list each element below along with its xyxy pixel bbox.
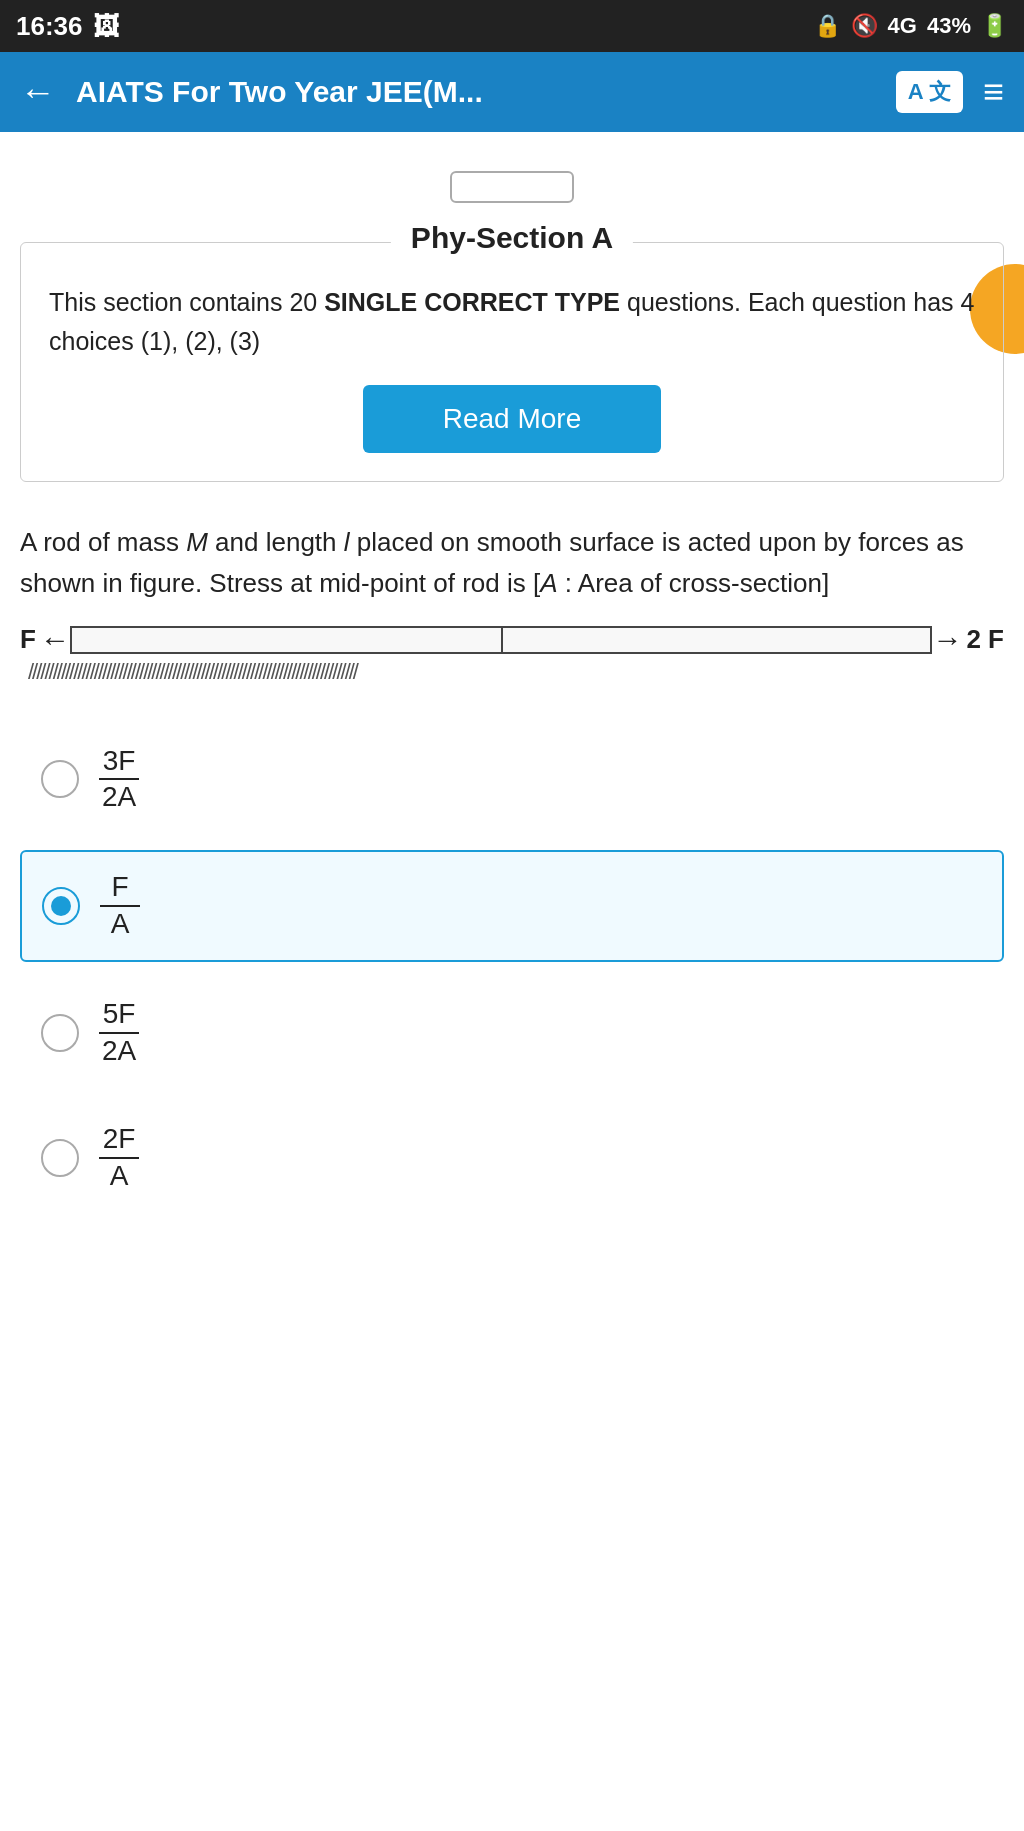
- option-1[interactable]: 3F 2A: [20, 725, 1004, 835]
- lock-icon: 🔒: [814, 13, 841, 39]
- options-area: 3F 2A F A 5F 2A: [0, 705, 1024, 1249]
- question-area: A rod of mass M and length l placed on s…: [0, 502, 1024, 705]
- radio-3[interactable]: [41, 1014, 79, 1052]
- fraction-1-num: 3F: [99, 746, 139, 781]
- fraction-3-den: 2A: [99, 1034, 139, 1067]
- radio-2-inner: [51, 896, 71, 916]
- radio-2[interactable]: [42, 887, 80, 925]
- fraction-3-num: 5F: [99, 999, 139, 1034]
- translate-button[interactable]: A 文: [896, 71, 963, 113]
- status-photo-icon: 🖼: [93, 11, 119, 42]
- section-description: This section contains 20 SINGLE CORRECT …: [49, 283, 975, 361]
- rod-diagram: F ← → 2 F //////////////////////////////…: [20, 623, 1004, 685]
- fraction-2-den: A: [100, 907, 140, 940]
- fraction-4: 2F A: [99, 1124, 139, 1192]
- back-button[interactable]: ←: [20, 71, 56, 113]
- status-bar: 16:36 🖼 🔒 🔇 4G 43% 🔋: [0, 0, 1024, 52]
- option-2[interactable]: F A: [20, 850, 1004, 962]
- top-button[interactable]: [450, 171, 574, 203]
- radio-4[interactable]: [41, 1139, 79, 1177]
- status-time: 16:36: [16, 11, 83, 42]
- option-1-content: 3F 2A: [99, 746, 139, 814]
- mute-icon: 🔇: [851, 13, 878, 39]
- fraction-3: 5F 2A: [99, 999, 139, 1067]
- arrow-right-icon: →: [932, 623, 962, 657]
- signal-label: 4G: [888, 13, 917, 39]
- option-3-content: 5F 2A: [99, 999, 139, 1067]
- fraction-4-num: 2F: [99, 1124, 139, 1159]
- force-left-label: F: [20, 624, 36, 655]
- fraction-2: F A: [100, 872, 140, 940]
- section-title: Phy-Section A: [411, 221, 613, 254]
- option-3[interactable]: 5F 2A: [20, 978, 1004, 1088]
- option-2-content: F A: [100, 872, 140, 940]
- status-left: 16:36 🖼: [16, 11, 119, 42]
- fraction-1-den: 2A: [99, 780, 139, 813]
- fraction-1: 3F 2A: [99, 746, 139, 814]
- option-4[interactable]: 2F A: [20, 1103, 1004, 1213]
- menu-button[interactable]: ≡: [983, 71, 1004, 113]
- rod-body: [70, 626, 933, 654]
- toolbar: ← AIATS For Two Year JEE(M... A 文 ≡: [0, 52, 1024, 132]
- option-4-content: 2F A: [99, 1124, 139, 1192]
- rod-hatch: ////////////////////////////////////////…: [20, 659, 1004, 685]
- read-more-button[interactable]: Read More: [363, 385, 662, 453]
- fraction-4-den: A: [99, 1159, 139, 1192]
- status-right: 🔒 🔇 4G 43% 🔋: [814, 13, 1008, 39]
- toolbar-title: AIATS For Two Year JEE(M...: [76, 75, 876, 109]
- force-right-label: 2 F: [966, 624, 1004, 655]
- rod-divider: [501, 628, 503, 652]
- translate-label: A 文: [908, 77, 951, 107]
- arrow-left-icon: ←: [40, 623, 70, 657]
- battery-label: 43%: [927, 13, 971, 39]
- top-area: [0, 132, 1024, 232]
- fraction-2-num: F: [100, 872, 140, 907]
- question-text: A rod of mass M and length l placed on s…: [20, 522, 1004, 605]
- battery-icon: 🔋: [981, 13, 1008, 39]
- rod-row: F ← → 2 F: [20, 623, 1004, 657]
- section-title-wrapper: Phy-Section A: [391, 221, 633, 255]
- radio-1[interactable]: [41, 760, 79, 798]
- section-container: Phy-Section A This section contains 20 S…: [20, 242, 1004, 482]
